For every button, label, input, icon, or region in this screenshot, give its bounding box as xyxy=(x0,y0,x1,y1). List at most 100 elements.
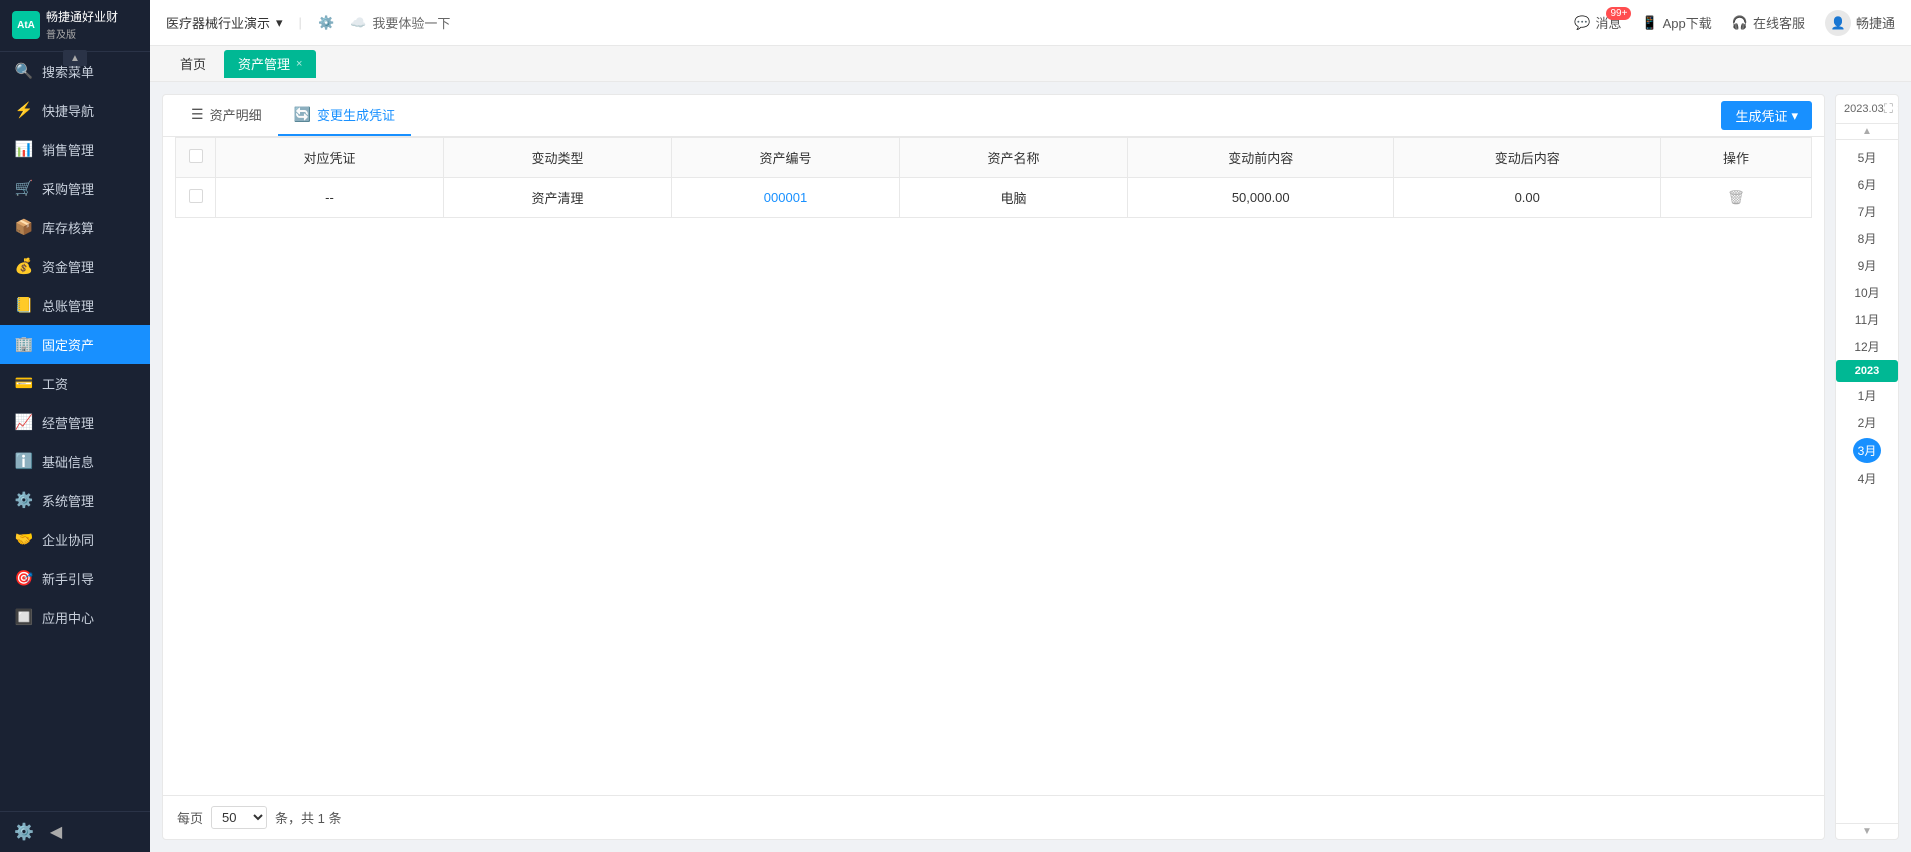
company-name: 医疗器械行业演示 xyxy=(166,13,270,32)
sidebar-menu: 🔍 搜索菜单 ⚡ 快捷导航 📊 销售管理 🛒 采购管理 📦 库存核算 💰 资金管… xyxy=(0,52,150,811)
month-1[interactable]: 1月 xyxy=(1836,382,1898,409)
operation-icon: 📈 xyxy=(14,413,34,431)
header-separator: | xyxy=(299,15,302,30)
row-checkbox-cell[interactable] xyxy=(176,178,216,218)
month-11[interactable]: 11月 xyxy=(1836,306,1898,333)
date-panel-title: 2023.03 xyxy=(1844,103,1884,115)
message-icon: 💬 xyxy=(1574,15,1590,31)
sidebar-item-operation[interactable]: 📈 经营管理 xyxy=(0,403,150,442)
month-6[interactable]: 6月 xyxy=(1836,171,1898,198)
tab-close-icon[interactable]: × xyxy=(296,58,302,70)
date-panel-header: 2023.03 ⛶ × xyxy=(1836,95,1898,124)
date-down-arrow[interactable]: ▼ xyxy=(1862,826,1872,837)
row-change-type: 资产清理 xyxy=(444,178,672,218)
purchase-icon: 🛒 xyxy=(14,179,34,197)
logo-icon: AtA xyxy=(12,11,40,39)
month-2[interactable]: 2月 xyxy=(1836,409,1898,436)
logo-subtitle: 普及版 xyxy=(46,26,118,41)
sidebar-logo: AtA 畅捷通好业财 普及版 xyxy=(0,0,150,52)
tab-asset-detail[interactable]: ☰ 资产明细 xyxy=(175,95,278,136)
tab-home[interactable]: 首页 xyxy=(166,50,220,78)
sidebar-item-guide[interactable]: 🎯 新手引导 xyxy=(0,559,150,598)
sales-icon: 📊 xyxy=(14,140,34,158)
asset-table: 对应凭证 变动类型 资产编号 资产名称 变动前内容 变动后内容 操作 xyxy=(175,137,1812,218)
month-3-selected[interactable]: 3月 xyxy=(1853,438,1881,463)
date-scroll-up-btn[interactable]: ▲ xyxy=(1836,124,1898,140)
month-8[interactable]: 8月 xyxy=(1836,225,1898,252)
month-9[interactable]: 9月 xyxy=(1836,252,1898,279)
sidebar-bottom-bar: ⚙️ ◀ xyxy=(0,811,150,852)
basic-info-icon: ℹ️ xyxy=(14,452,34,470)
asset-detail-icon: ☰ xyxy=(191,106,204,123)
enterprise-icon: 🤝 xyxy=(14,530,34,548)
date-scroll-down-btn[interactable]: ▼ xyxy=(1836,823,1898,839)
month-5[interactable]: 5月 xyxy=(1836,144,1898,171)
month-7[interactable]: 7月 xyxy=(1836,198,1898,225)
user-profile[interactable]: 👤 畅捷通 xyxy=(1825,10,1895,36)
col-action: 操作 xyxy=(1660,138,1811,178)
delete-icon[interactable]: 🗑 xyxy=(1727,189,1745,205)
expand-icon[interactable]: ⛶ xyxy=(1884,101,1893,117)
table-row: -- 资产清理 000001 电脑 50,000.00 0.00 🗑 xyxy=(176,178,1812,218)
sidebar-scroll-up-button[interactable]: ▲ xyxy=(63,50,87,66)
sidebar-item-fixed-assets[interactable]: 🏢 固定资产 xyxy=(0,325,150,364)
date-up-arrow[interactable]: ▲ xyxy=(1862,126,1872,137)
settings-bottom-icon[interactable]: ⚙️ xyxy=(14,822,34,842)
sidebar-item-quick-nav[interactable]: ⚡ 快捷导航 xyxy=(0,91,150,130)
card-tabs: ☰ 资产明细 🔄 变更生成凭证 生成凭证 ▾ xyxy=(163,95,1824,137)
per-page-select[interactable]: 50 10 20 100 xyxy=(211,806,267,829)
sidebar-item-ledger[interactable]: 📒 总账管理 xyxy=(0,286,150,325)
collapse-icon[interactable]: ◀ xyxy=(50,822,62,842)
sidebar-item-system[interactable]: ⚙️ 系统管理 xyxy=(0,481,150,520)
inventory-icon: 📦 xyxy=(14,218,34,236)
sidebar-item-fund[interactable]: 💰 资金管理 xyxy=(0,247,150,286)
pagination-bar: 每页 50 10 20 100 条，共 1 条 xyxy=(163,795,1824,839)
close-date-panel-icon[interactable]: × xyxy=(1897,101,1899,117)
feedback-button[interactable]: ☁️ 我要体验一下 xyxy=(350,13,450,32)
sidebar-item-purchase[interactable]: 🛒 采购管理 xyxy=(0,169,150,208)
logo-title: 畅捷通好业财 xyxy=(46,10,118,26)
company-dropdown-icon: ▾ xyxy=(276,15,283,31)
app-center-icon: 🔲 xyxy=(14,608,34,626)
system-icon: ⚙️ xyxy=(14,491,34,509)
fixed-assets-icon: 🏢 xyxy=(14,335,34,353)
fund-icon: 💰 xyxy=(14,257,34,275)
col-voucher: 对应凭证 xyxy=(216,138,444,178)
sidebar: AtA 畅捷通好业财 普及版 ▲ 🔍 搜索菜单 ⚡ 快捷导航 📊 销售管理 🛒 … xyxy=(0,0,150,852)
month-4[interactable]: 4月 xyxy=(1836,465,1898,492)
total-count: 条，共 1 条 xyxy=(275,808,341,827)
search-icon: 🔍 xyxy=(14,62,34,80)
sidebar-item-inventory[interactable]: 📦 库存核算 xyxy=(0,208,150,247)
main-area: 医疗器械行业演示 ▾ | ⚙️ ☁️ 我要体验一下 💬 消息 99+ 📱 App… xyxy=(150,0,1911,852)
col-asset-name: 资产名称 xyxy=(900,138,1128,178)
company-selector[interactable]: 医疗器械行业演示 ▾ xyxy=(166,13,283,32)
sidebar-item-basic-info[interactable]: ℹ️ 基础信息 xyxy=(0,442,150,481)
messages-badge: 99+ xyxy=(1606,7,1631,20)
sidebar-item-enterprise[interactable]: 🤝 企业协同 xyxy=(0,520,150,559)
generate-voucher-button[interactable]: 生成凭证 ▾ xyxy=(1721,101,1812,130)
sidebar-item-app-center[interactable]: 🔲 应用中心 xyxy=(0,598,150,637)
settings-icon[interactable]: ⚙️ xyxy=(318,15,334,31)
guide-icon: 🎯 xyxy=(14,569,34,587)
month-10[interactable]: 10月 xyxy=(1836,279,1898,306)
row-action[interactable]: 🗑 xyxy=(1660,178,1811,218)
header-right-actions: 💬 消息 99+ 📱 App下载 🎧 在线客服 👤 畅捷通 xyxy=(1574,10,1895,36)
tab-asset-management[interactable]: 资产管理 × xyxy=(224,50,316,78)
customer-service-button[interactable]: 🎧 在线客服 xyxy=(1732,13,1805,32)
tab-voucher-generate[interactable]: 🔄 变更生成凭证 xyxy=(278,95,411,136)
row-asset-code[interactable]: 000001 xyxy=(672,178,900,218)
month-12[interactable]: 12月 xyxy=(1836,333,1898,360)
col-before-content: 变动前内容 xyxy=(1128,138,1394,178)
row-checkbox[interactable] xyxy=(189,189,203,203)
checkbox-header[interactable] xyxy=(176,138,216,178)
app-download-button[interactable]: 📱 App下载 xyxy=(1641,13,1711,32)
col-change-type: 变动类型 xyxy=(444,138,672,178)
sidebar-item-sales[interactable]: 📊 销售管理 xyxy=(0,130,150,169)
sidebar-item-salary[interactable]: 💳 工资 xyxy=(0,364,150,403)
select-all-checkbox[interactable] xyxy=(189,149,203,163)
messages-button[interactable]: 💬 消息 99+ xyxy=(1574,13,1621,32)
year-2023[interactable]: 2023 xyxy=(1836,360,1898,382)
salary-icon: 💳 xyxy=(14,374,34,392)
per-page-label: 每页 xyxy=(177,808,203,827)
headset-icon: 🎧 xyxy=(1732,15,1748,31)
